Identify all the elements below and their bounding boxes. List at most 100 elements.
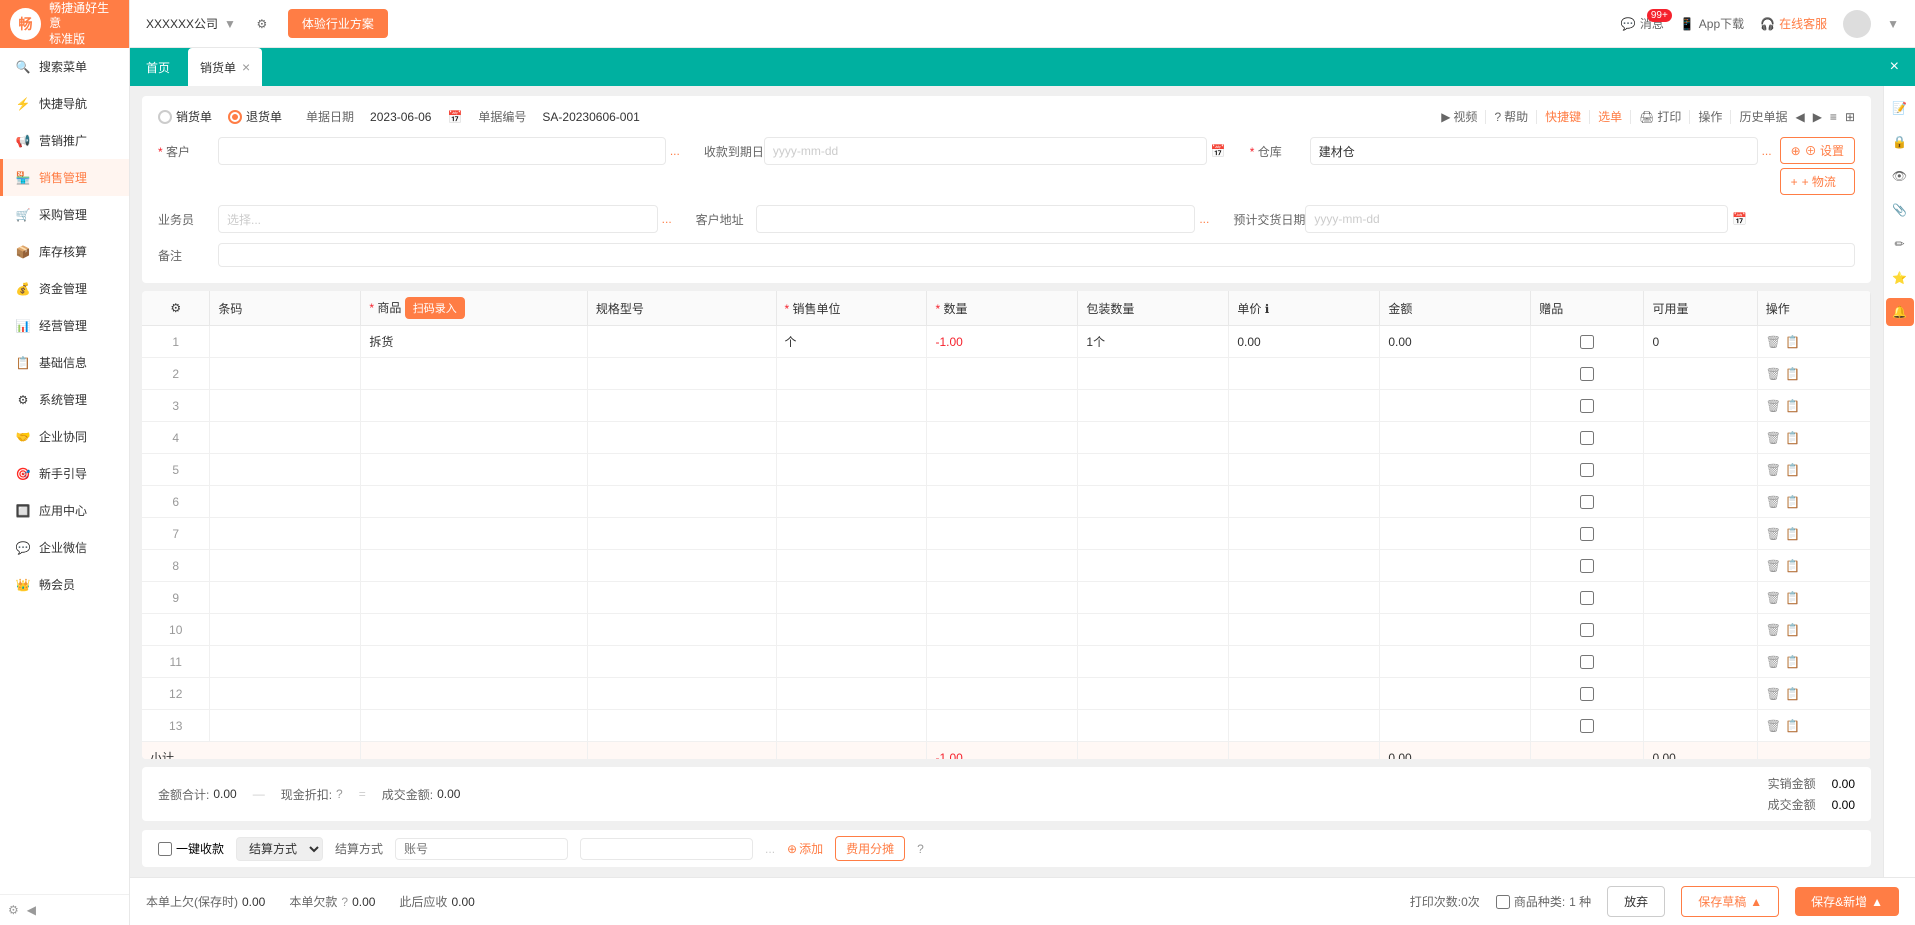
sidebar-item-member[interactable]: 👑畅会员 xyxy=(0,566,129,603)
tab-home[interactable]: 首页 xyxy=(130,48,186,86)
row-product-7[interactable] xyxy=(361,518,587,550)
row-price-6[interactable] xyxy=(1229,486,1380,518)
row-qty-10[interactable] xyxy=(927,614,1078,646)
radio-return[interactable]: 退货单 xyxy=(228,108,282,125)
row-amount-6[interactable] xyxy=(1380,486,1531,518)
gift-checkbox-7[interactable] xyxy=(1580,527,1594,541)
gift-checkbox-1[interactable] xyxy=(1580,335,1594,349)
row-amount-8[interactable] xyxy=(1380,550,1531,582)
row-price-2[interactable] xyxy=(1229,358,1380,390)
copy-icon-5[interactable]: 📋 xyxy=(1785,463,1800,477)
row-product-13[interactable] xyxy=(361,710,587,742)
salesperson-input[interactable]: 选择... xyxy=(218,205,658,233)
row-amount-4[interactable] xyxy=(1380,422,1531,454)
row-price-1[interactable]: 0.00 xyxy=(1229,326,1380,358)
expense-help-icon[interactable]: ? xyxy=(917,842,924,856)
sidebar-item-quick-nav[interactable]: ⚡快捷导航 xyxy=(0,85,129,122)
row-unit-7[interactable] xyxy=(776,518,927,550)
row-pkg-qty-9[interactable] xyxy=(1078,582,1229,614)
warehouse-input[interactable]: 建材仓 xyxy=(1310,137,1758,165)
row-gift-4[interactable] xyxy=(1531,422,1644,454)
row-product-12[interactable] xyxy=(361,678,587,710)
row-qty-6[interactable] xyxy=(927,486,1078,518)
right-panel-notes-icon[interactable]: 📝 xyxy=(1886,94,1914,122)
row-amount-7[interactable] xyxy=(1380,518,1531,550)
gift-checkbox-11[interactable] xyxy=(1580,655,1594,669)
row-amount-5[interactable] xyxy=(1380,454,1531,486)
delete-icon-1[interactable]: 🗑 xyxy=(1766,335,1781,349)
save-draft-button[interactable]: 保存草稿 ▲ xyxy=(1681,886,1779,917)
settings-icon[interactable]: ⚙ xyxy=(8,903,19,917)
copy-icon-10[interactable]: 📋 xyxy=(1785,623,1800,637)
row-unit-13[interactable] xyxy=(776,710,927,742)
row-product-10[interactable] xyxy=(361,614,587,646)
row-product-1[interactable]: 拆货 xyxy=(361,326,587,358)
row-gift-8[interactable] xyxy=(1531,550,1644,582)
right-panel-view-icon[interactable]: 👁 xyxy=(1886,162,1914,190)
sidebar-item-wechat[interactable]: 💬企业微信 xyxy=(0,529,129,566)
delete-icon-12[interactable]: 🗑 xyxy=(1766,687,1781,701)
delete-icon-13[interactable]: 🗑 xyxy=(1766,719,1781,733)
row-barcode-13[interactable] xyxy=(210,710,361,742)
customer-address-dots[interactable]: ... xyxy=(1199,212,1209,226)
row-gift-13[interactable] xyxy=(1531,710,1644,742)
row-unit-9[interactable] xyxy=(776,582,927,614)
delivery-date-input[interactable]: yyyy-mm-dd xyxy=(1305,205,1728,233)
row-gift-9[interactable] xyxy=(1531,582,1644,614)
row-unit-12[interactable] xyxy=(776,678,927,710)
logistics-button[interactable]: + + 物流 xyxy=(1780,168,1855,195)
add-payment-button[interactable]: ⊕ 添加 xyxy=(787,840,823,857)
copy-icon-8[interactable]: 📋 xyxy=(1785,559,1800,573)
row-price-8[interactable] xyxy=(1229,550,1380,582)
pay-method-select[interactable]: 结算方式 xyxy=(236,837,323,861)
row-pkg-qty-7[interactable] xyxy=(1078,518,1229,550)
delete-icon-10[interactable]: 🗑 xyxy=(1766,623,1781,637)
row-spec-6[interactable] xyxy=(587,486,776,518)
delete-icon-2[interactable]: 🗑 xyxy=(1766,367,1781,381)
view-grid-icon[interactable]: ⊞ xyxy=(1845,110,1855,124)
row-product-8[interactable] xyxy=(361,550,587,582)
copy-icon-11[interactable]: 📋 xyxy=(1785,655,1800,669)
gift-checkbox-3[interactable] xyxy=(1580,399,1594,413)
row-product-11[interactable] xyxy=(361,646,587,678)
row-barcode-12[interactable] xyxy=(210,678,361,710)
save-new-chevron-icon[interactable]: ▲ xyxy=(1871,895,1883,909)
right-panel-lock-icon[interactable]: 🔒 xyxy=(1886,128,1914,156)
row-spec-5[interactable] xyxy=(587,454,776,486)
row-spec-9[interactable] xyxy=(587,582,776,614)
row-barcode-2[interactable] xyxy=(210,358,361,390)
gift-checkbox-8[interactable] xyxy=(1580,559,1594,573)
row-qty-9[interactable] xyxy=(927,582,1078,614)
row-spec-1[interactable] xyxy=(587,326,776,358)
user-chevron-icon[interactable]: ▼ xyxy=(1887,17,1899,31)
row-qty-8[interactable] xyxy=(927,550,1078,582)
tab-sale-order[interactable]: 销货单 × xyxy=(188,48,262,86)
copy-icon-13[interactable]: 📋 xyxy=(1785,719,1800,733)
customer-dots[interactable]: ... xyxy=(670,144,680,158)
gift-checkbox-12[interactable] xyxy=(1580,687,1594,701)
tab-close-icon[interactable]: × xyxy=(242,59,250,75)
row-pkg-qty-8[interactable] xyxy=(1078,550,1229,582)
sidebar-item-marketing[interactable]: 📢营销推广 xyxy=(0,122,129,159)
row-amount-11[interactable] xyxy=(1380,646,1531,678)
scan-button[interactable]: 扫码录入 xyxy=(405,297,465,319)
row-unit-6[interactable] xyxy=(776,486,927,518)
row-unit-1[interactable]: 个 xyxy=(776,326,927,358)
save-draft-chevron-icon[interactable]: ▲ xyxy=(1750,895,1762,909)
calendar-icon[interactable]: 📅 xyxy=(447,110,462,124)
row-barcode-1[interactable] xyxy=(210,326,361,358)
row-pkg-qty-11[interactable] xyxy=(1078,646,1229,678)
row-gift-2[interactable] xyxy=(1531,358,1644,390)
delete-icon-3[interactable]: 🗑 xyxy=(1766,399,1781,413)
collapse-icon[interactable]: ◀ xyxy=(27,903,36,917)
row-amount-2[interactable] xyxy=(1380,358,1531,390)
company-selector[interactable]: XXXXXX公司 ▼ xyxy=(146,15,236,32)
row-barcode-9[interactable] xyxy=(210,582,361,614)
row-spec-12[interactable] xyxy=(587,678,776,710)
row-price-7[interactable] xyxy=(1229,518,1380,550)
right-panel-star-icon[interactable]: ⭐ xyxy=(1886,264,1914,292)
user-avatar[interactable] xyxy=(1843,10,1871,38)
row-qty-3[interactable] xyxy=(927,390,1078,422)
row-qty-12[interactable] xyxy=(927,678,1078,710)
gift-checkbox-6[interactable] xyxy=(1580,495,1594,509)
